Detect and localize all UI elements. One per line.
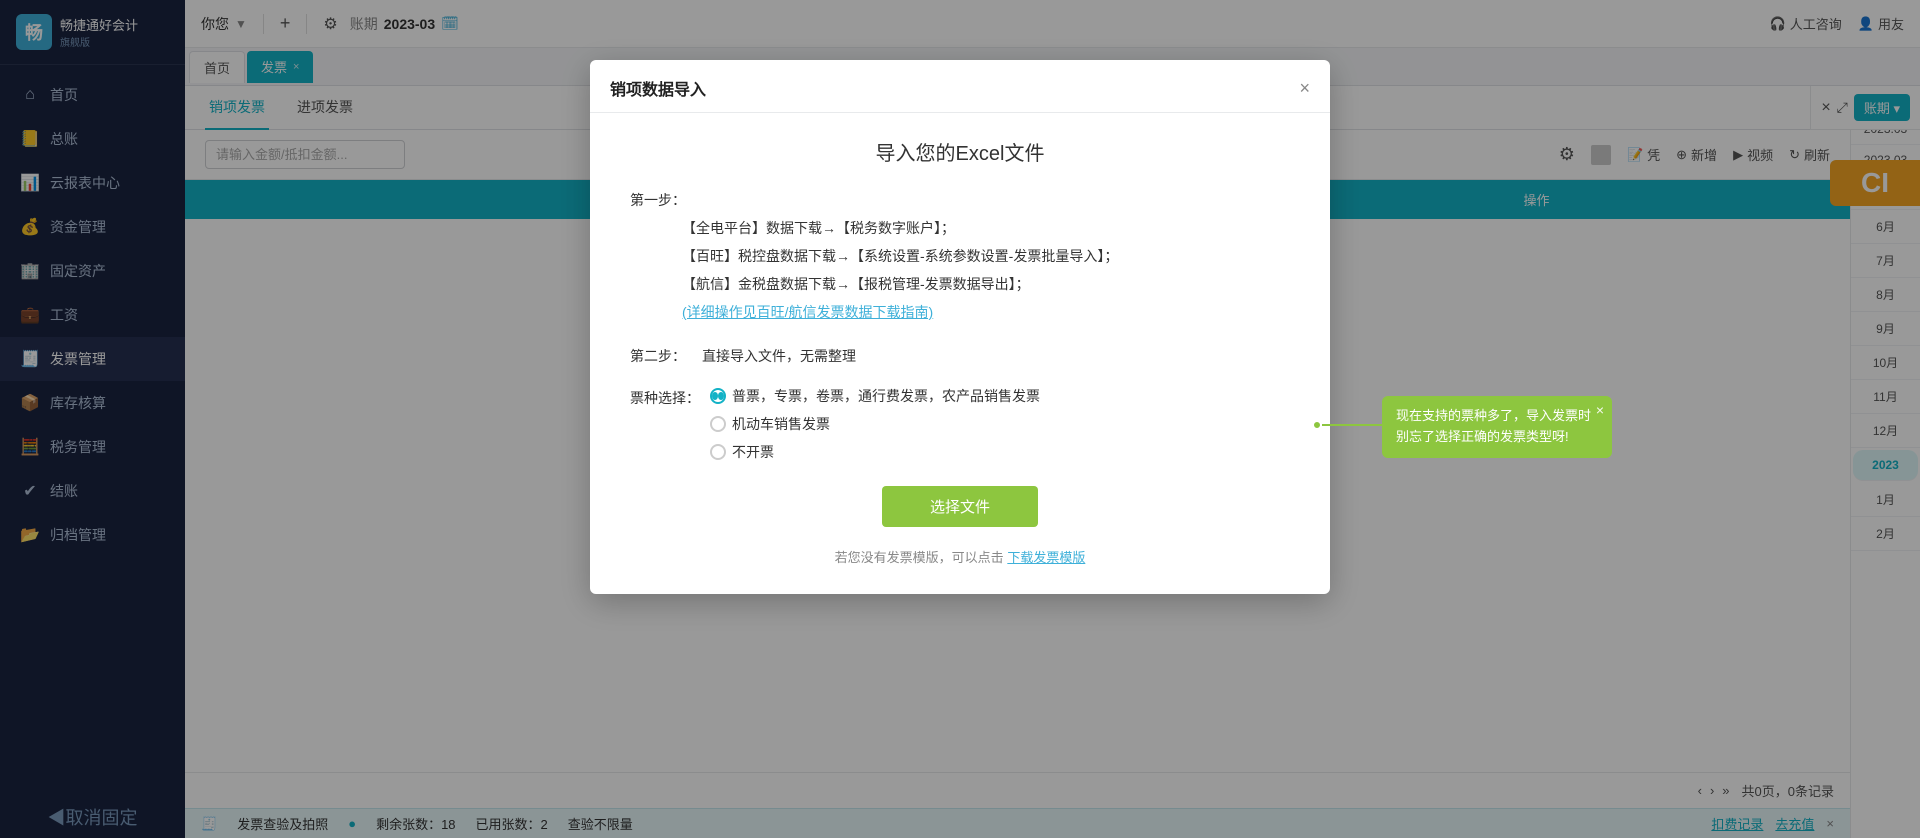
radio-group: 普票，专票，卷票，通行费发票，农产品销售发票 机动车销售发票 不开票 xyxy=(710,386,1040,462)
step2-label: 第二步： 直接导入文件，无需整理 xyxy=(630,346,1290,366)
radio-item-2[interactable]: 不开票 xyxy=(710,442,1040,462)
download-template-link[interactable]: 下载发票模版 xyxy=(1007,550,1085,565)
modal-header: 销项数据导入 × xyxy=(590,60,1330,113)
download-guide-link[interactable]: (详细操作见百旺/航信发票数据下载指南) xyxy=(682,304,933,320)
radio-circle-1 xyxy=(710,416,726,432)
select-file-container: 选择文件 xyxy=(630,486,1290,527)
step1-section: 第一步： 【全电平台】数据下载→【税务数字账户】； 【百旺】税控盘数据下载→【系… xyxy=(630,190,1290,326)
step1-content: 【全电平台】数据下载→【税务数字账户】； 【百旺】税控盘数据下载→【系统设置-系… xyxy=(682,214,1290,326)
ticket-label: 票种选择： xyxy=(630,386,700,408)
tooltip-dot xyxy=(1312,420,1322,430)
modal-close-button[interactable]: × xyxy=(1299,78,1310,99)
modal-overlay: 销项数据导入 × 导入您的Excel文件 第一步： 【全电平台】数据下载→【税务… xyxy=(0,0,1920,838)
step2-section: 第二步： 直接导入文件，无需整理 xyxy=(630,346,1290,366)
step1-label: 第一步： xyxy=(630,190,1290,210)
tooltip-close-button[interactable]: × xyxy=(1596,402,1604,418)
radio-item-1[interactable]: 机动车销售发票 xyxy=(710,414,1040,434)
import-title: 导入您的Excel文件 xyxy=(630,137,1290,166)
modal-title: 销项数据导入 xyxy=(610,76,706,100)
tooltip-text: 现在支持的票种多了，导入发票时别忘了选择正确的发票类型呀! xyxy=(1396,408,1591,444)
import-modal: 销项数据导入 × 导入您的Excel文件 第一步： 【全电平台】数据下载→【税务… xyxy=(590,60,1330,594)
modal-body: 导入您的Excel文件 第一步： 【全电平台】数据下载→【税务数字账户】； 【百… xyxy=(590,113,1330,594)
ticket-section: 票种选择： 普票，专票，卷票，通行费发票，农产品销售发票 机动车销售发票 xyxy=(630,386,1290,462)
tooltip-popup: × 现在支持的票种多了，导入发票时别忘了选择正确的发票类型呀! xyxy=(1382,396,1612,458)
modal-footer-note: 若您没有发票模版，可以点击 下载发票模版 xyxy=(630,547,1290,566)
radio-circle-2 xyxy=(710,444,726,460)
radio-item-0[interactable]: 普票，专票，卷票，通行费发票，农产品销售发票 xyxy=(710,386,1040,406)
tooltip-line xyxy=(1322,424,1382,426)
select-file-button[interactable]: 选择文件 xyxy=(882,486,1038,527)
radio-circle-0 xyxy=(710,388,726,404)
